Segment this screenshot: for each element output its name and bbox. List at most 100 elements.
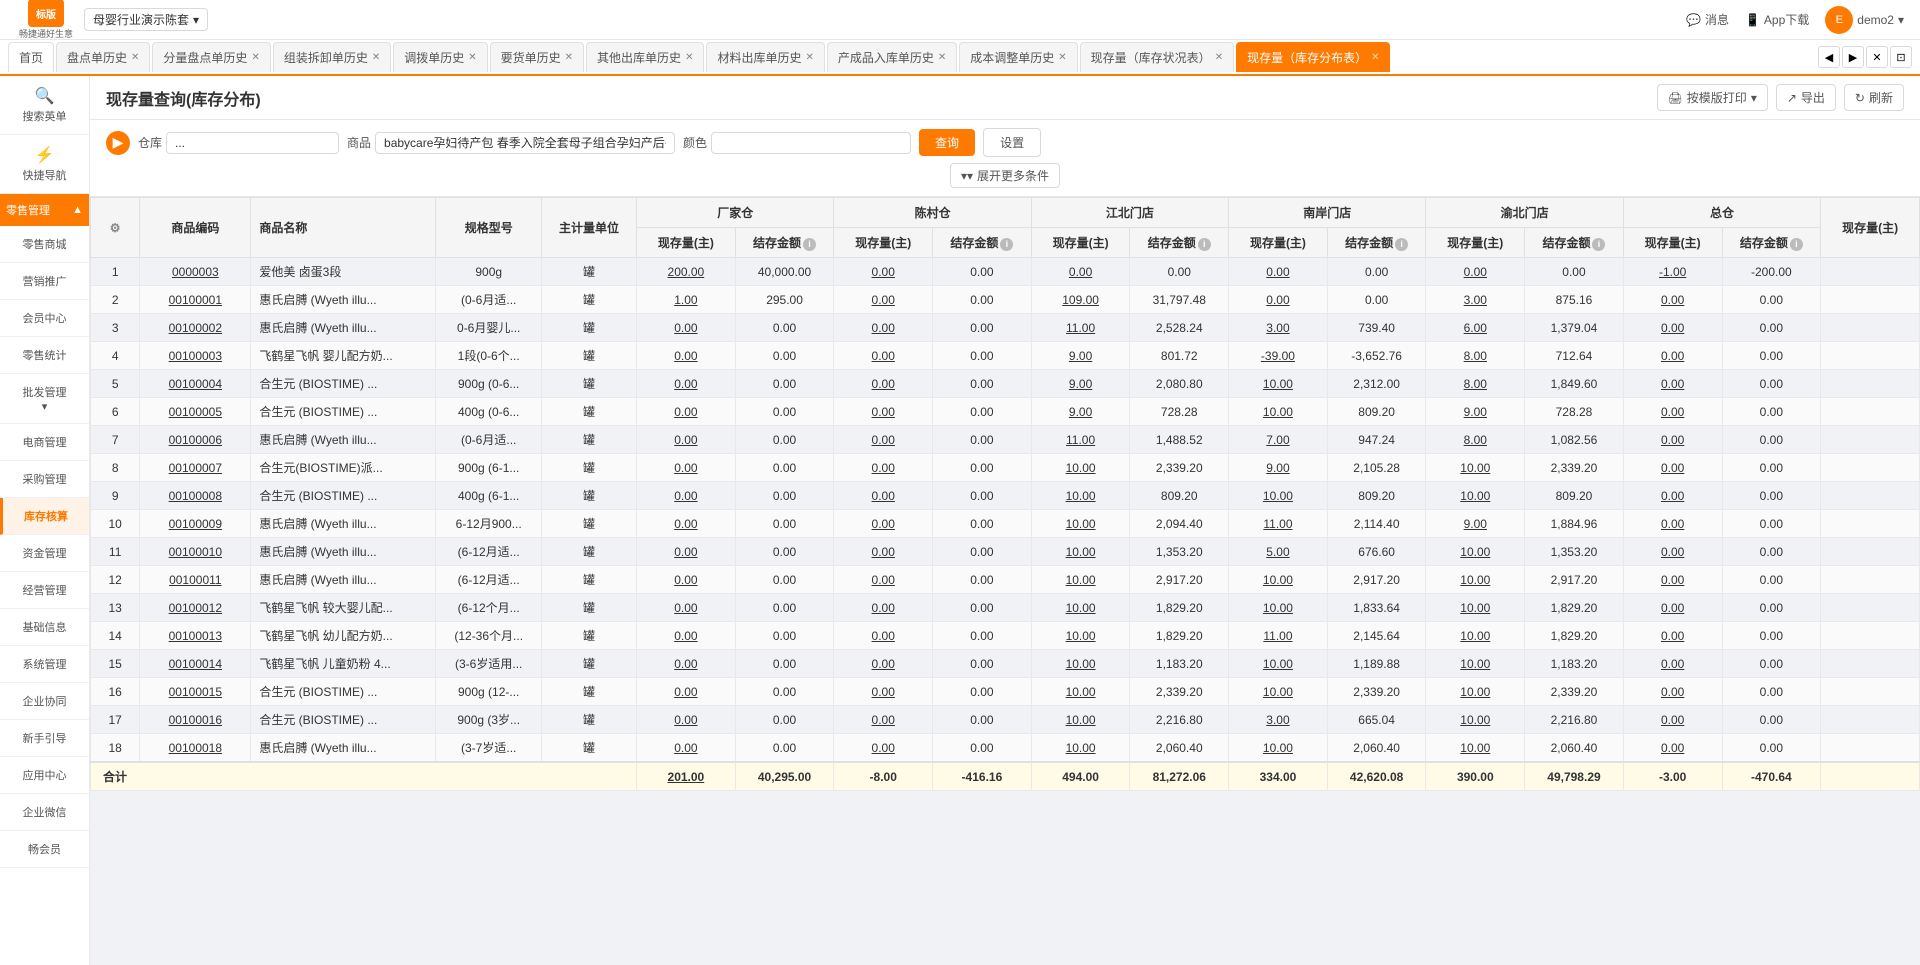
tab-spot-history[interactable]: 盘点单历史 ✕ xyxy=(56,42,150,72)
cell-factory-stock[interactable]: 0.00 xyxy=(637,342,736,370)
cell-jiangbei-stock[interactable]: 10.00 xyxy=(1031,566,1130,594)
cell-code[interactable]: 00100005 xyxy=(140,398,251,426)
cell-code[interactable]: 0000003 xyxy=(140,258,251,286)
cell-factory-stock[interactable]: 0.00 xyxy=(637,314,736,342)
cell-factory-stock[interactable]: 0.00 xyxy=(637,482,736,510)
cell-chenjia-stock[interactable]: 0.00 xyxy=(834,342,933,370)
cell-yubei-stock[interactable]: 10.00 xyxy=(1426,454,1525,482)
cell-jiangbei-stock[interactable]: 9.00 xyxy=(1031,370,1130,398)
close-icon[interactable]: ✕ xyxy=(805,52,813,63)
sidebar-item-retail-stats[interactable]: 零售统计 xyxy=(0,337,89,374)
sidebar-item-new-guide[interactable]: 新手引导 xyxy=(0,720,89,757)
cell-factory-stock[interactable]: 0.00 xyxy=(637,398,736,426)
cell-total-stock[interactable]: 0.00 xyxy=(1623,566,1722,594)
cell-yubei-stock[interactable]: 3.00 xyxy=(1426,286,1525,314)
cell-yubei-stock[interactable]: 10.00 xyxy=(1426,734,1525,763)
cell-nanan-stock[interactable]: -39.00 xyxy=(1229,342,1328,370)
close-icon[interactable]: ✕ xyxy=(251,52,259,63)
cell-total-stock[interactable]: 0.00 xyxy=(1623,510,1722,538)
nav-close-button[interactable]: ✕ xyxy=(1866,46,1888,68)
cell-factory-stock[interactable]: 0.00 xyxy=(637,566,736,594)
cell-code[interactable]: 00100010 xyxy=(140,538,251,566)
cell-nanan-stock[interactable]: 9.00 xyxy=(1229,454,1328,482)
cell-jiangbei-stock[interactable]: 10.00 xyxy=(1031,706,1130,734)
cell-total-stock[interactable]: 0.00 xyxy=(1623,650,1722,678)
summary-total-stock[interactable]: -3.00 xyxy=(1623,762,1722,791)
sidebar-item-base-info[interactable]: 基础信息 xyxy=(0,609,89,646)
cell-factory-stock[interactable]: 0.00 xyxy=(637,426,736,454)
cell-chenjia-stock[interactable]: 0.00 xyxy=(834,706,933,734)
cell-code[interactable]: 00100008 xyxy=(140,482,251,510)
tab-transfer[interactable]: 调拨单历史 ✕ xyxy=(393,42,487,72)
cell-yubei-stock[interactable]: 6.00 xyxy=(1426,314,1525,342)
cell-chenjia-stock[interactable]: 0.00 xyxy=(834,678,933,706)
cell-chenjia-stock[interactable]: 0.00 xyxy=(834,566,933,594)
cell-chenjia-stock[interactable]: 0.00 xyxy=(834,426,933,454)
cell-nanan-stock[interactable]: 10.00 xyxy=(1229,370,1328,398)
cell-nanan-stock[interactable]: 5.00 xyxy=(1229,538,1328,566)
cell-jiangbei-stock[interactable]: 9.00 xyxy=(1031,342,1130,370)
sidebar-item-system[interactable]: 系统管理 xyxy=(0,646,89,683)
cell-yubei-stock[interactable]: 8.00 xyxy=(1426,342,1525,370)
app-download-button[interactable]: 📱 App下载 xyxy=(1745,11,1809,28)
sidebar-item-member[interactable]: 会员中心 xyxy=(0,300,89,337)
cell-nanan-stock[interactable]: 10.00 xyxy=(1229,650,1328,678)
cell-chenjia-stock[interactable]: 0.00 xyxy=(834,454,933,482)
cell-jiangbei-stock[interactable]: 10.00 xyxy=(1031,482,1130,510)
cell-nanan-stock[interactable]: 7.00 xyxy=(1229,426,1328,454)
color-input[interactable] xyxy=(711,132,911,154)
tab-stock-status[interactable]: 现存量（库存状况表） ✕ xyxy=(1080,42,1234,72)
cell-jiangbei-stock[interactable]: 10.00 xyxy=(1031,678,1130,706)
cell-jiangbei-stock[interactable]: 11.00 xyxy=(1031,426,1130,454)
cell-code[interactable]: 00100006 xyxy=(140,426,251,454)
close-icon[interactable]: ✕ xyxy=(1371,52,1379,63)
th-settings[interactable]: ⚙ xyxy=(91,198,140,258)
sidebar-item-enterprise[interactable]: 企业协同 xyxy=(0,683,89,720)
cell-factory-stock[interactable]: 1.00 xyxy=(637,286,736,314)
sidebar-item-operation[interactable]: 经营管理 xyxy=(0,572,89,609)
close-icon[interactable]: ✕ xyxy=(565,52,573,63)
close-icon[interactable]: ✕ xyxy=(938,52,946,63)
cell-total-stock[interactable]: 0.00 xyxy=(1623,342,1722,370)
tab-spot-sub[interactable]: 分量盘点单历史 ✕ xyxy=(152,42,270,72)
summary-nanan-stock[interactable]: 334.00 xyxy=(1229,762,1328,791)
cell-yubei-stock[interactable]: 10.00 xyxy=(1426,622,1525,650)
close-icon[interactable]: ✕ xyxy=(372,52,380,63)
cell-yubei-stock[interactable]: 10.00 xyxy=(1426,482,1525,510)
cell-total-stock[interactable]: 0.00 xyxy=(1623,482,1722,510)
cell-jiangbei-stock[interactable]: 10.00 xyxy=(1031,594,1130,622)
nav-prev-button[interactable]: ◀ xyxy=(1818,46,1840,68)
print-button[interactable]: 🖨 按模版打印 ▾ xyxy=(1657,84,1768,111)
cell-jiangbei-stock[interactable]: 10.00 xyxy=(1031,622,1130,650)
cell-code[interactable]: 00100002 xyxy=(140,314,251,342)
user-menu[interactable]: E demo2 ▾ xyxy=(1825,6,1904,34)
cell-code[interactable]: 00100003 xyxy=(140,342,251,370)
cell-nanan-stock[interactable]: 11.00 xyxy=(1229,622,1328,650)
cell-yubei-stock[interactable]: 10.00 xyxy=(1426,538,1525,566)
cell-yubei-stock[interactable]: 10.00 xyxy=(1426,594,1525,622)
cell-code[interactable]: 00100013 xyxy=(140,622,251,650)
cell-factory-stock[interactable]: 0.00 xyxy=(637,622,736,650)
cell-code[interactable]: 00100009 xyxy=(140,510,251,538)
cell-code[interactable]: 00100012 xyxy=(140,594,251,622)
cell-total-stock[interactable]: 0.00 xyxy=(1623,314,1722,342)
cell-total-stock[interactable]: 0.00 xyxy=(1623,398,1722,426)
cell-chenjia-stock[interactable]: 0.00 xyxy=(834,314,933,342)
cell-jiangbei-stock[interactable]: 10.00 xyxy=(1031,510,1130,538)
sidebar-item-marketing[interactable]: 营销推广 xyxy=(0,263,89,300)
info-icon[interactable]: i xyxy=(803,238,816,251)
cell-factory-stock[interactable]: 0.00 xyxy=(637,594,736,622)
summary-jiangbei-stock[interactable]: 494.00 xyxy=(1031,762,1130,791)
tab-home[interactable]: 首页 xyxy=(8,42,54,72)
cell-yubei-stock[interactable]: 8.00 xyxy=(1426,370,1525,398)
summary-factory-stock[interactable]: 201.00 xyxy=(637,762,736,791)
cell-total-stock[interactable]: 0.00 xyxy=(1623,454,1722,482)
info-icon[interactable]: i xyxy=(1395,238,1408,251)
close-icon[interactable]: ✕ xyxy=(685,52,693,63)
sidebar-item-purchase[interactable]: 采购管理 xyxy=(0,461,89,498)
tab-group-dismantle[interactable]: 组装拆卸单历史 ✕ xyxy=(273,42,391,72)
cell-chenjia-stock[interactable]: 0.00 xyxy=(834,650,933,678)
sidebar-item-inventory[interactable]: 库存核算 xyxy=(0,498,89,535)
sidebar-item-wholesale[interactable]: 批发管理 ▾ xyxy=(0,374,89,424)
cell-chenjia-stock[interactable]: 0.00 xyxy=(834,482,933,510)
